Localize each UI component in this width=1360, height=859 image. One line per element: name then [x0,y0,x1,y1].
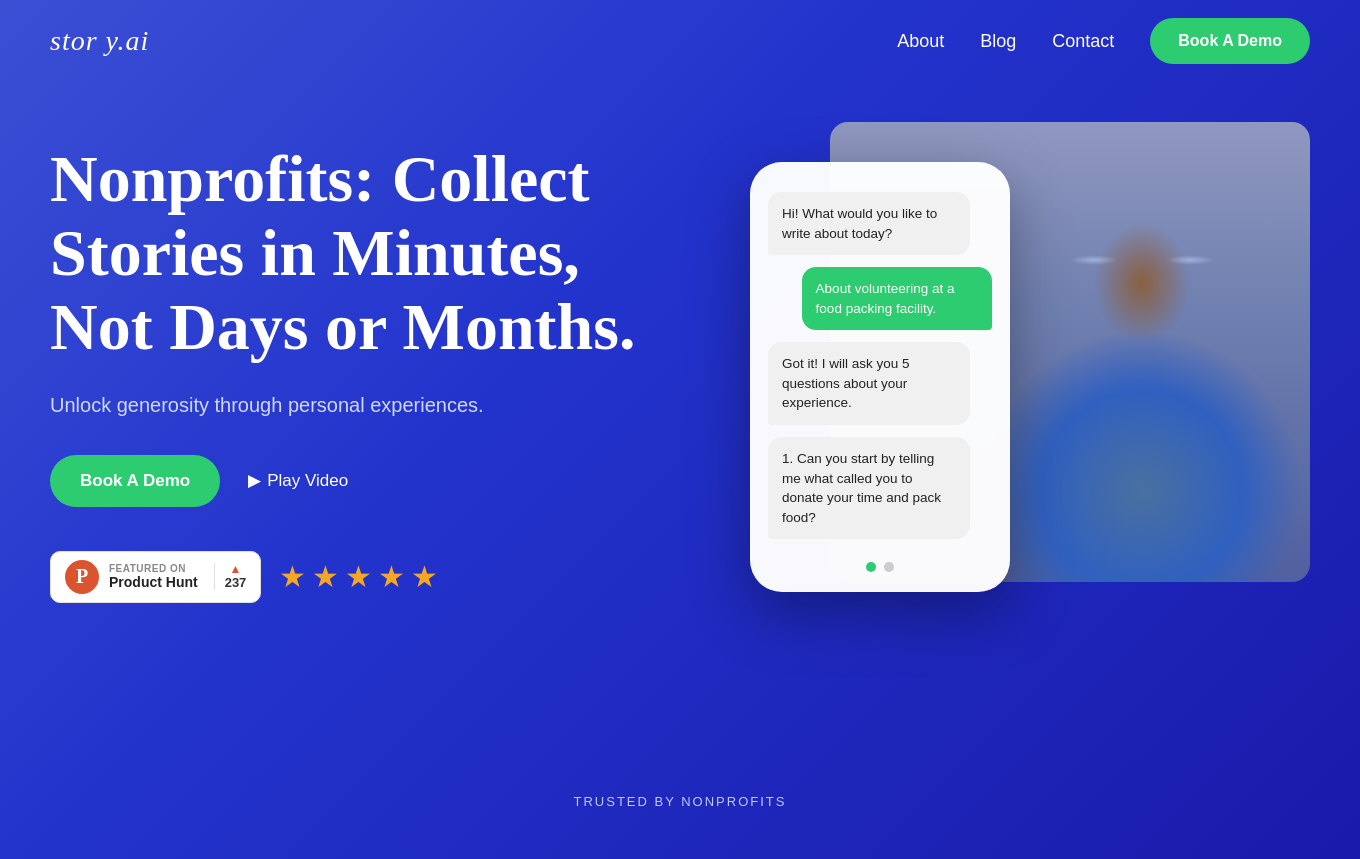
nav-book-demo-button[interactable]: Book A Demo [1150,18,1310,64]
nav-links: About Blog Contact Book A Demo [897,18,1310,64]
hero-headline: Nonprofits: Collect Stories in Minutes, … [50,142,670,364]
phone-mockup: Hi! What would you like to write about t… [750,162,1010,592]
ph-name: Product Hunt [109,574,198,590]
trusted-section: TRUSTED BY NONPROFITS [0,762,1360,820]
dot-1 [866,562,876,572]
navbar: stor y.ai About Blog Contact Book A Demo [0,0,1360,82]
product-hunt-badge[interactable]: P FEATURED ON Product Hunt ▲ 237 [50,551,261,603]
phone-dots [768,562,992,572]
hero-left: Nonprofits: Collect Stories in Minutes, … [50,122,670,603]
hero-right: Hi! What would you like to write about t… [750,122,1310,632]
star-3: ★ [345,559,372,594]
star-4: ★ [378,559,405,594]
hero-subtext: Unlock generosity through personal exper… [50,394,670,417]
star-1: ★ [279,559,306,594]
product-hunt-text: FEATURED ON Product Hunt [109,563,198,590]
hero-play-video-button[interactable]: ▶ Play Video [248,470,348,491]
nav-link-about[interactable]: About [897,31,944,52]
hero-buttons: Book A Demo ▶ Play Video [50,455,670,507]
hero-book-demo-button[interactable]: Book A Demo [50,455,220,507]
hero-section: Nonprofits: Collect Stories in Minutes, … [0,82,1360,762]
chat-message-1: Hi! What would you like to write about t… [768,192,970,255]
social-proof: P FEATURED ON Product Hunt ▲ 237 ★ ★ ★ ★… [50,551,670,603]
trusted-label: TRUSTED BY NONPROFITS [574,794,787,809]
nav-link-blog[interactable]: Blog [980,31,1016,52]
chat-message-3: Got it! I will ask you 5 questions about… [768,342,970,425]
ph-arrow-icon: ▲ [230,563,242,575]
star-2: ★ [312,559,339,594]
dot-2 [884,562,894,572]
ph-votes: ▲ 237 [214,563,247,590]
product-hunt-icon: P [65,560,99,594]
chat-message-4: 1. Can you start by telling me what call… [768,437,970,539]
play-icon: ▶ [248,470,261,491]
ph-featured-label: FEATURED ON [109,563,198,574]
star-5: ★ [411,559,438,594]
chat-message-2: About volunteering at a food packing fac… [802,267,992,330]
logo: stor y.ai [50,25,149,57]
ph-vote-count: 237 [225,575,247,590]
star-rating: ★ ★ ★ ★ ★ [279,559,438,594]
nav-link-contact[interactable]: Contact [1052,31,1114,52]
